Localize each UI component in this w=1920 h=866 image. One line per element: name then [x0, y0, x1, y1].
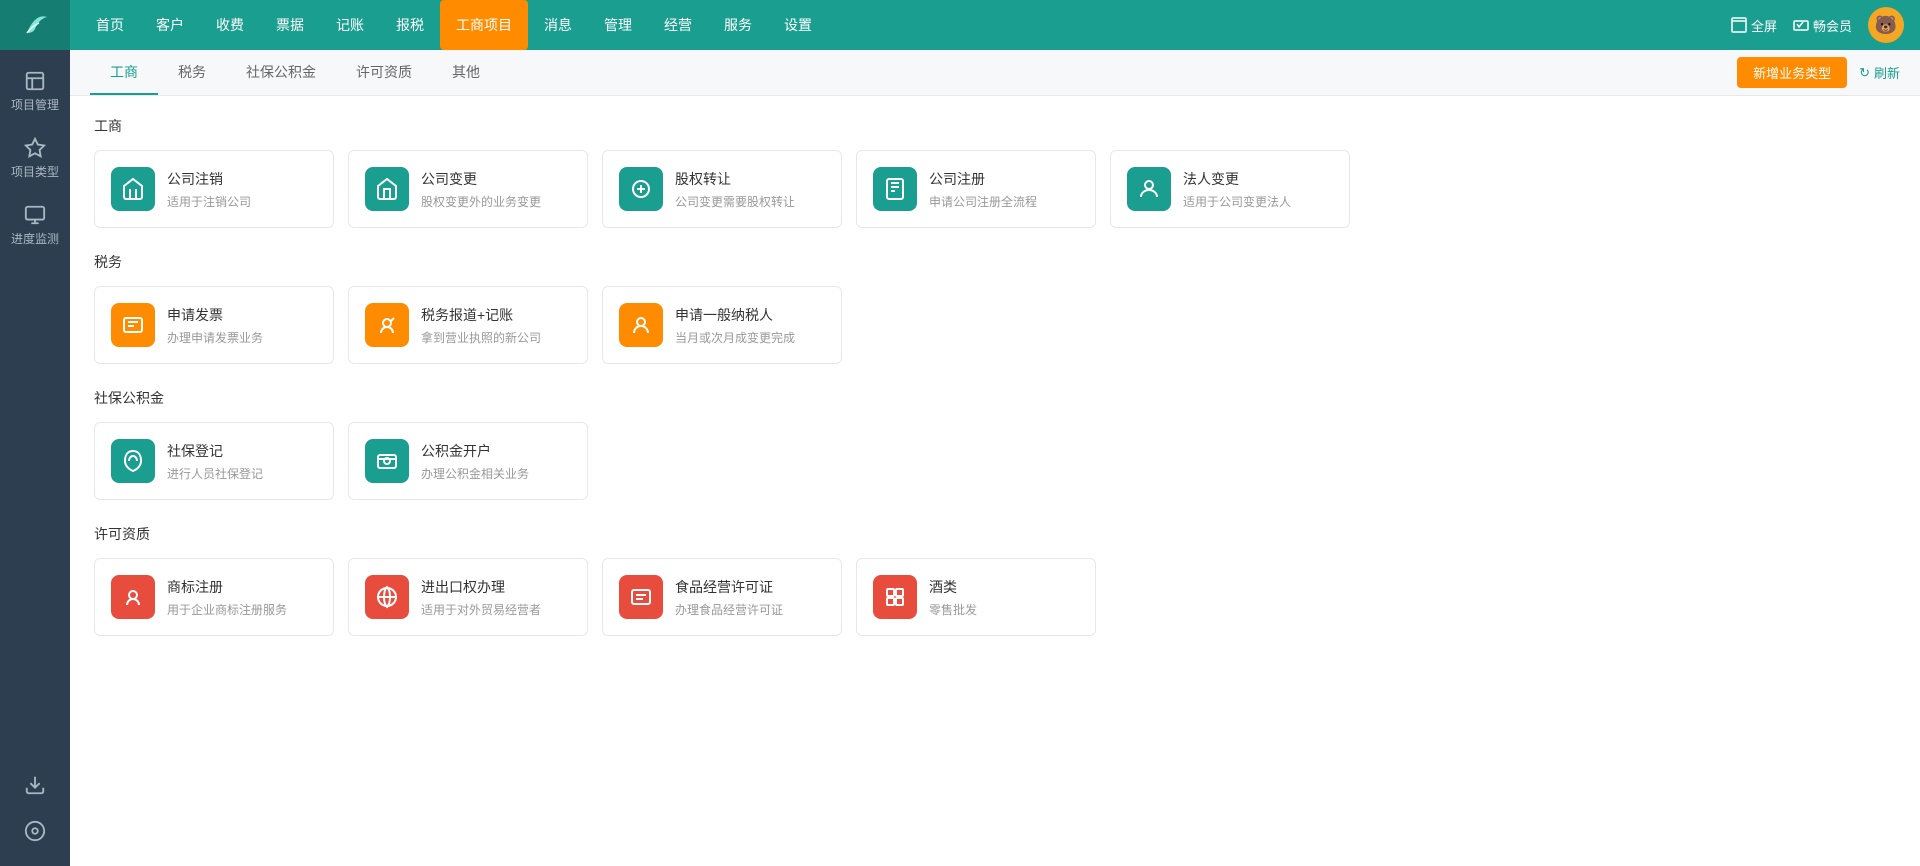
user-avatar[interactable]: 🐻 — [1868, 7, 1904, 43]
nav-settings[interactable]: 设置 — [768, 0, 828, 50]
card-alcohol-text: 酒类 零售批发 — [929, 577, 977, 618]
card-housing-fund-icon — [365, 439, 409, 483]
nav-home[interactable]: 首页 — [80, 0, 140, 50]
card-housing-fund[interactable]: 公积金开户 办理公积金相关业务 — [348, 422, 588, 500]
fullscreen-button[interactable]: 全屏 — [1731, 16, 1777, 35]
nav-right: 全屏 畅会员 🐻 — [1731, 7, 1920, 43]
new-type-button[interactable]: 新增业务类型 — [1737, 57, 1847, 88]
logo[interactable] — [0, 0, 70, 50]
card-company-change-text: 公司变更 股权变更外的业务变更 — [421, 169, 541, 210]
card-trademark-icon — [111, 575, 155, 619]
card-equity-transfer-icon — [619, 167, 663, 211]
tax-cards-grid: 申请发票 办理申请发票业务 税务 — [94, 286, 1896, 364]
card-trademark[interactable]: 商标注册 用于企业商标注册服务 — [94, 558, 334, 636]
card-company-register-icon — [873, 167, 917, 211]
top-navigation: 首页 客户 收费 票据 记账 报税 工商项目 消息 管理 经营 服务 设置 全屏… — [0, 0, 1920, 50]
card-equity-transfer-text: 股权转让 公司变更需要股权转让 — [675, 169, 795, 210]
sidebar-item-location[interactable] — [0, 808, 70, 854]
nav-operation[interactable]: 经营 — [648, 0, 708, 50]
refresh-button[interactable]: ↻ 刷新 — [1859, 63, 1900, 82]
card-alcohol-icon — [873, 575, 917, 619]
tab-license[interactable]: 许可资质 — [336, 50, 432, 95]
card-tax-report-text: 税务报道+记账 拿到营业执照的新公司 — [421, 305, 541, 346]
card-legal-person-change[interactable]: 法人变更 适用于公司变更法人 — [1110, 150, 1350, 228]
nav-accounting[interactable]: 记账 — [320, 0, 380, 50]
vip-button[interactable]: 畅会员 — [1793, 16, 1852, 35]
nav-fees[interactable]: 收费 — [200, 0, 260, 50]
sidebar-item-progress-monitor[interactable]: 进度监测 — [0, 192, 70, 259]
card-trademark-text: 商标注册 用于企业商标注册服务 — [167, 577, 287, 618]
nav-message[interactable]: 消息 — [528, 0, 588, 50]
card-invoice-apply-icon — [111, 303, 155, 347]
nav-bills[interactable]: 票据 — [260, 0, 320, 50]
section-industry-title: 工商 — [94, 116, 1896, 136]
card-company-change-icon — [365, 167, 409, 211]
social-insurance-cards-grid: 社保登记 进行人员社保登记 公积 — [94, 422, 1896, 500]
sidebar-item-project-management[interactable]: 项目管理 — [0, 58, 70, 125]
card-tax-report[interactable]: 税务报道+记账 拿到营业执照的新公司 — [348, 286, 588, 364]
sidebar-bottom — [0, 762, 70, 866]
nav-industry[interactable]: 工商项目 — [440, 0, 528, 50]
nav-items: 首页 客户 收费 票据 记账 报税 工商项目 消息 管理 经营 服务 设置 — [70, 0, 1731, 50]
nav-manage[interactable]: 管理 — [588, 0, 648, 50]
card-company-register[interactable]: 公司注册 申请公司注册全流程 — [856, 150, 1096, 228]
card-general-taxpayer-icon — [619, 303, 663, 347]
tabs-left: 工商 税务 社保公积金 许可资质 其他 — [90, 50, 500, 95]
card-import-export[interactable]: 进出口权办理 适用于对外贸易经营者 — [348, 558, 588, 636]
sidebar-item-project-types[interactable]: 项目类型 — [0, 125, 70, 192]
section-industry: 工商 公司注销 适用于注销公司 — [94, 116, 1896, 228]
section-license: 许可资质 商标注册 用于企业商标注册服务 — [94, 524, 1896, 636]
card-tax-report-icon — [365, 303, 409, 347]
sidebar-item-download[interactable] — [0, 762, 70, 808]
sidebar: 项目管理 项目类型 进度监测 — [0, 50, 70, 866]
section-social-insurance-title: 社保公积金 — [94, 388, 1896, 408]
card-company-register-text: 公司注册 申请公司注册全流程 — [929, 169, 1037, 210]
card-import-export-text: 进出口权办理 适用于对外贸易经营者 — [421, 577, 541, 618]
tabs-bar: 工商 税务 社保公积金 许可资质 其他 新增业务类型 ↻ 刷新 — [70, 50, 1920, 96]
card-company-cancel-text: 公司注销 适用于注销公司 — [167, 169, 251, 210]
tab-other[interactable]: 其他 — [432, 50, 500, 95]
content-area[interactable]: 工商 公司注销 适用于注销公司 — [70, 96, 1920, 866]
card-invoice-apply-text: 申请发票 办理申请发票业务 — [167, 305, 263, 346]
card-import-export-icon — [365, 575, 409, 619]
tab-industry[interactable]: 工商 — [90, 50, 158, 95]
license-cards-grid: 商标注册 用于企业商标注册服务 — [94, 558, 1896, 636]
card-company-cancel[interactable]: 公司注销 适用于注销公司 — [94, 150, 334, 228]
section-tax-title: 税务 — [94, 252, 1896, 272]
card-general-taxpayer[interactable]: 申请一般纳税人 当月或次月成变更完成 — [602, 286, 842, 364]
card-food-license[interactable]: 食品经营许可证 办理食品经营许可证 — [602, 558, 842, 636]
card-social-insurance-register-icon — [111, 439, 155, 483]
tab-social-insurance[interactable]: 社保公积金 — [226, 50, 336, 95]
card-invoice-apply[interactable]: 申请发票 办理申请发票业务 — [94, 286, 334, 364]
section-tax: 税务 申请发票 办理申请发票业务 — [94, 252, 1896, 364]
card-social-insurance-register[interactable]: 社保登记 进行人员社保登记 — [94, 422, 334, 500]
nav-tax[interactable]: 报税 — [380, 0, 440, 50]
tabs-right: 新增业务类型 ↻ 刷新 — [1737, 57, 1900, 88]
card-food-license-icon — [619, 575, 663, 619]
card-equity-transfer[interactable]: 股权转让 公司变更需要股权转让 — [602, 150, 842, 228]
section-license-title: 许可资质 — [94, 524, 1896, 544]
card-alcohol[interactable]: 酒类 零售批发 — [856, 558, 1096, 636]
nav-service[interactable]: 服务 — [708, 0, 768, 50]
refresh-icon: ↻ — [1859, 65, 1870, 81]
card-general-taxpayer-text: 申请一般纳税人 当月或次月成变更完成 — [675, 305, 795, 346]
section-social-insurance: 社保公积金 社保登记 进行人员社保登记 — [94, 388, 1896, 500]
card-social-insurance-register-text: 社保登记 进行人员社保登记 — [167, 441, 263, 482]
main-content: 工商 税务 社保公积金 许可资质 其他 新增业务类型 ↻ 刷新 工商 — [70, 50, 1920, 866]
card-housing-fund-text: 公积金开户 办理公积金相关业务 — [421, 441, 529, 482]
card-food-license-text: 食品经营许可证 办理食品经营许可证 — [675, 577, 783, 618]
card-company-change[interactable]: 公司变更 股权变更外的业务变更 — [348, 150, 588, 228]
card-company-cancel-icon — [111, 167, 155, 211]
card-legal-person-change-icon — [1127, 167, 1171, 211]
tab-tax[interactable]: 税务 — [158, 50, 226, 95]
industry-cards-grid: 公司注销 适用于注销公司 公司变更 股 — [94, 150, 1896, 228]
main-layout: 项目管理 项目类型 进度监测 — [0, 50, 1920, 866]
nav-customer[interactable]: 客户 — [140, 0, 200, 50]
card-legal-person-change-text: 法人变更 适用于公司变更法人 — [1183, 169, 1291, 210]
